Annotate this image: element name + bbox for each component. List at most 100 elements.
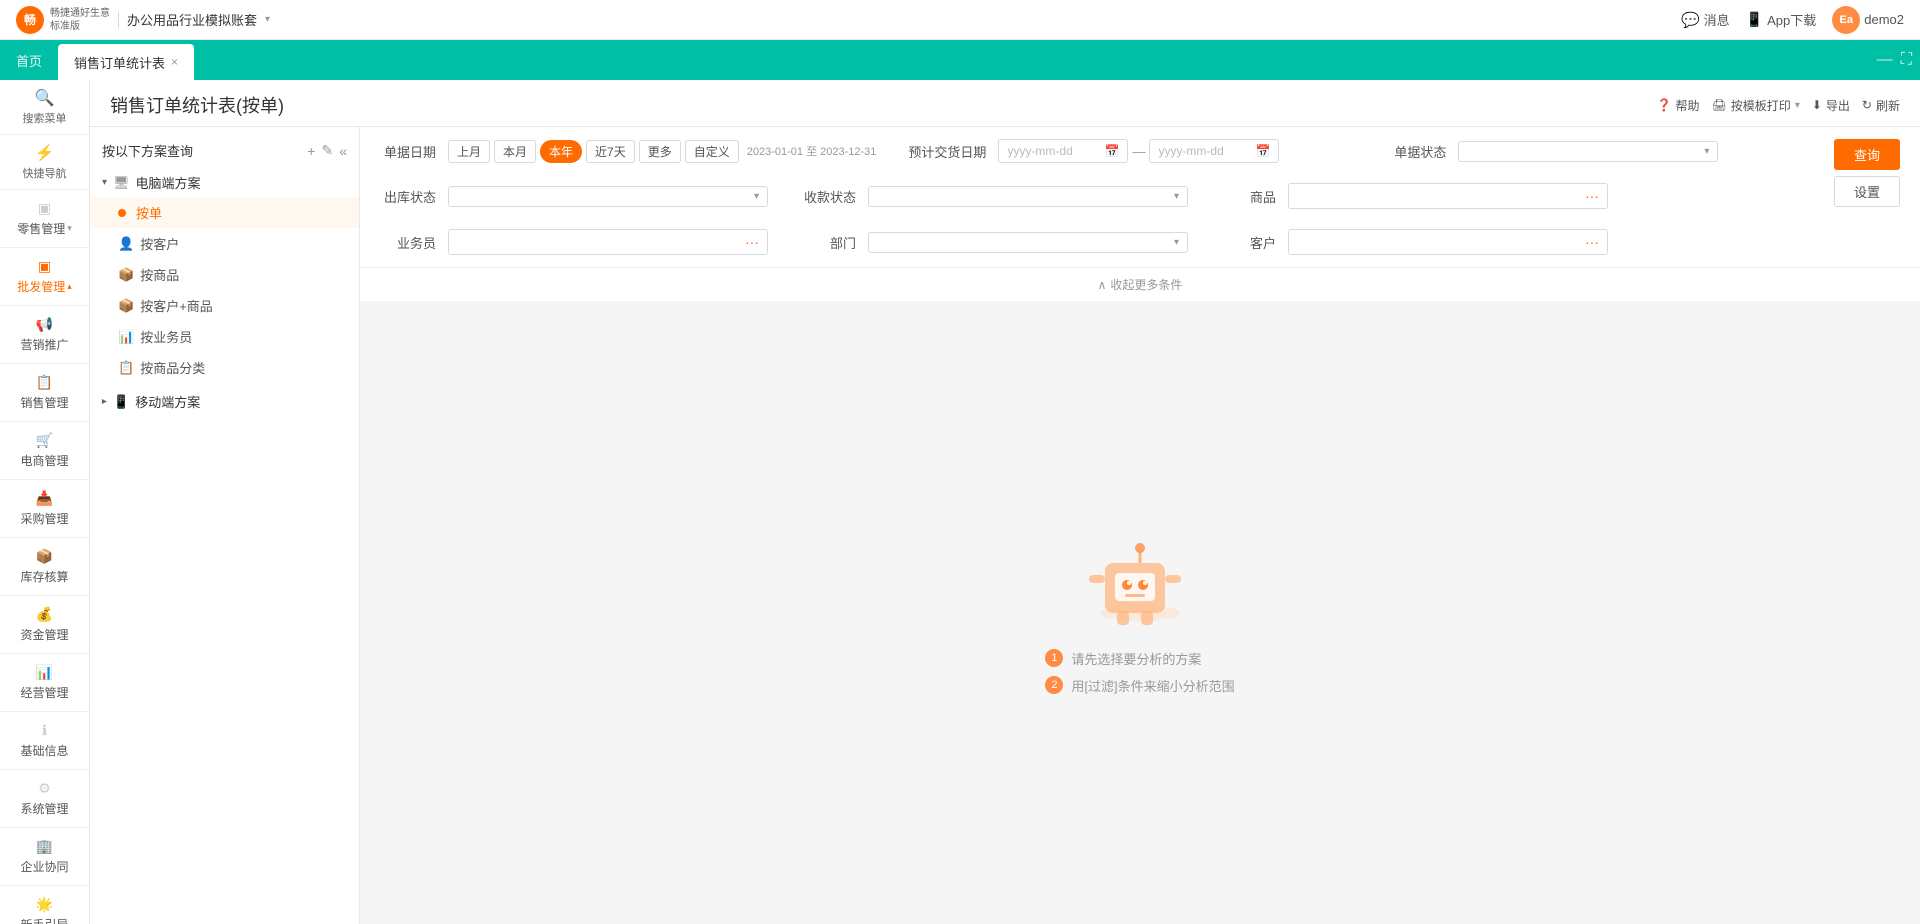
goods-icon: 📦 <box>118 267 134 283</box>
date-btn-custom[interactable]: 自定义 <box>685 140 739 163</box>
empty-step2: 2 用[过滤]条件来缩小分析范围 <box>1045 676 1234 695</box>
scheme-item-by-customer[interactable]: 👤 按客户 <box>90 228 359 259</box>
expected-date-end[interactable]: yyyy-mm-dd 📅 <box>1149 139 1279 163</box>
scheme-item-by-salesman[interactable]: 📊 按业务员 <box>90 321 359 352</box>
salesman-icon: 📊 <box>118 329 134 345</box>
date-btn-this-year[interactable]: 本年 <box>540 140 582 163</box>
status-label: 单据状态 <box>1390 142 1446 161</box>
scheme-group-mobile-header[interactable]: ▾ 📱 移动端方案 <box>90 387 359 416</box>
sidebar-item-ecommerce[interactable]: 🛒 电商管理 <box>0 422 89 480</box>
print-dropdown-arrow[interactable]: ▾ <box>1795 100 1800 111</box>
export-btn[interactable]: ⬇ 导出 <box>1812 97 1850 114</box>
inner-layout: 按以下方案查询 + ✎ « ▾ 🖥 电脑端方案 <box>90 127 1920 924</box>
query-btn[interactable]: 查询 <box>1834 139 1900 170</box>
logo-icon: 畅 <box>16 6 44 34</box>
scheme-items-desktop: 按单 👤 按客户 📦 按商品 📦 按客户+商品 <box>90 197 359 383</box>
date-btn-last-month[interactable]: 上月 <box>448 140 490 163</box>
filter-row-salesman: 业务员 ··· 部门 ▾ 客户 <box>380 229 1818 255</box>
page-area: 销售订单统计表(按单) ❓ 帮助 🖨 按模板打印 ▾ ⬇ 导出 ↻ 刷新 <box>90 80 1920 924</box>
customer-input[interactable]: ··· <box>1288 229 1608 255</box>
refresh-icon: ↻ <box>1862 98 1872 112</box>
left-panel: 按以下方案查询 + ✎ « ▾ 🖥 电脑端方案 <box>90 127 360 924</box>
scheme-collapse-btn[interactable]: « <box>339 143 347 159</box>
scheme-header: 按以下方案查询 + ✎ « <box>90 137 359 168</box>
group-expand-arrow: ▾ <box>102 177 107 188</box>
sidebar-item-wholesale[interactable]: ▣ 批发管理 ▴ <box>0 248 89 306</box>
calendar-icon-end: 📅 <box>1255 144 1270 158</box>
sidebar-item-marketing[interactable]: 📢 营销推广 <box>0 306 89 364</box>
sidebar-item-operations[interactable]: 📊 经营管理 <box>0 654 89 712</box>
goods-input[interactable]: ··· <box>1288 183 1608 209</box>
sidebar-quick-nav[interactable]: ⚡ 快捷导航 <box>0 135 89 190</box>
goods-label: 商品 <box>1220 187 1276 206</box>
app-download-btn[interactable]: 📱 App下载 <box>1746 10 1817 29</box>
sidebar-item-retail[interactable]: ▣ 零售管理 ▾ <box>0 190 89 248</box>
scheme-group-mobile: ▾ 📱 移动端方案 <box>90 387 359 416</box>
dept-select[interactable]: ▾ <box>868 232 1188 253</box>
message-icon: 💬 <box>1681 11 1700 29</box>
sidebar-item-inventory[interactable]: 📦 库存核算 <box>0 538 89 596</box>
date-range-btns: 上月 本月 本年 近7天 更多 自定义 2023-01-01 至 2023-12… <box>448 140 876 163</box>
ship-status-select[interactable]: ▾ <box>448 186 768 207</box>
main-content: 🔍 搜索菜单 ⚡ 快捷导航 ▣ 零售管理 ▾ ▣ 批发管理 ▴ 📢 营销推广 � <box>0 80 1920 924</box>
logo-area: 畅 畅捷通好生意 标准版 <box>16 6 110 34</box>
sidebar-item-system[interactable]: ⚙ 系统管理 <box>0 770 89 828</box>
collect-status-select[interactable]: ▾ <box>868 186 1188 207</box>
collapse-icon: ∧ <box>1098 278 1107 292</box>
sidebar-search[interactable]: 🔍 搜索菜单 <box>0 80 89 135</box>
expected-date-label: 预计交货日期 <box>908 142 986 161</box>
print-btn[interactable]: 🖨 按模板打印 ▾ <box>1712 97 1800 114</box>
user-profile[interactable]: Ea demo2 <box>1832 6 1904 34</box>
customer-more-btn[interactable]: ··· <box>1585 234 1599 250</box>
sidebar-item-basics[interactable]: ℹ 基础信息 <box>0 712 89 770</box>
collapse-bar[interactable]: ∧ 收起更多条件 <box>360 267 1920 301</box>
date-btn-this-month[interactable]: 本月 <box>494 140 536 163</box>
status-select-arrow: ▾ <box>1704 146 1709 157</box>
salesman-input[interactable]: ··· <box>448 229 768 255</box>
empty-state: 1 请先选择要分析的方案 2 用[过滤]条件来缩小分析范围 <box>360 301 1920 924</box>
mobile-group-arrow: ▾ <box>99 399 110 404</box>
tab-minimize-btn[interactable]: — <box>1877 51 1893 69</box>
tab-maximize-btn[interactable]: ⛶ <box>1901 51 1912 69</box>
app-dropdown-arrow[interactable]: ▾ <box>265 14 270 25</box>
empty-step1: 1 请先选择要分析的方案 <box>1045 649 1234 668</box>
scheme-edit-btn[interactable]: ✎ <box>321 142 333 159</box>
status-select[interactable]: ▾ <box>1458 141 1718 162</box>
tab-sales-order-stats[interactable]: 销售订单统计表 × <box>58 44 194 80</box>
date-btn-7days[interactable]: 近7天 <box>586 140 635 163</box>
goods-more-btn[interactable]: ··· <box>1585 188 1599 204</box>
sidebar-item-purchase[interactable]: 📥 采购管理 <box>0 480 89 538</box>
scheme-item-by-category[interactable]: 📋 按商品分类 <box>90 352 359 383</box>
sidebar-item-finance[interactable]: 💰 资金管理 <box>0 596 89 654</box>
scheme-item-by-customer-goods[interactable]: 📦 按客户+商品 <box>90 290 359 321</box>
expected-date-range: yyyy-mm-dd 📅 — yyyy-mm-dd 📅 <box>998 139 1358 163</box>
date-label: 单据日期 <box>380 142 436 161</box>
sidebar-item-enterprise[interactable]: 🏢 企业协同 <box>0 828 89 886</box>
sidebar-item-sales[interactable]: 📋 销售管理 <box>0 364 89 422</box>
expected-date-start[interactable]: yyyy-mm-dd 📅 <box>998 139 1128 163</box>
salesman-label: 业务员 <box>380 233 436 252</box>
scheme-item-by-goods[interactable]: 📦 按商品 <box>90 259 359 290</box>
sidebar-item-newbie[interactable]: 🌟 新手引导 <box>0 886 89 924</box>
page-header: 销售订单统计表(按单) ❓ 帮助 🖨 按模板打印 ▾ ⬇ 导出 ↻ 刷新 <box>90 80 1920 127</box>
group-icon: 🖥 <box>113 175 130 191</box>
top-bar-right: 💬 消息 📱 App下载 Ea demo2 <box>1681 6 1904 34</box>
tab-home[interactable]: 首页 <box>0 40 58 80</box>
calendar-icon-start: 📅 <box>1104 144 1119 158</box>
help-icon: ❓ <box>1657 98 1672 112</box>
empty-illustration <box>1075 523 1205 633</box>
refresh-btn[interactable]: ↻ 刷新 <box>1862 97 1900 114</box>
divider <box>118 12 119 28</box>
scheme-add-btn[interactable]: + <box>307 143 315 159</box>
help-btn[interactable]: ❓ 帮助 <box>1657 97 1700 114</box>
tab-close-btn[interactable]: × <box>171 55 178 69</box>
date-btn-more[interactable]: 更多 <box>639 140 681 163</box>
filter-area: 单据日期 上月 本月 本年 近7天 更多 自定义 2023-01-01 至 20… <box>360 127 1920 267</box>
ship-status-label: 出库状态 <box>380 187 436 206</box>
salesman-more-btn[interactable]: ··· <box>745 234 759 250</box>
customer-label: 客户 <box>1220 233 1276 252</box>
scheme-group-desktop-header[interactable]: ▾ 🖥 电脑端方案 <box>90 168 359 197</box>
scheme-item-by-order[interactable]: 按单 <box>90 197 359 228</box>
message-btn[interactable]: 💬 消息 <box>1681 10 1730 29</box>
set-btn[interactable]: 设置 <box>1834 176 1900 207</box>
